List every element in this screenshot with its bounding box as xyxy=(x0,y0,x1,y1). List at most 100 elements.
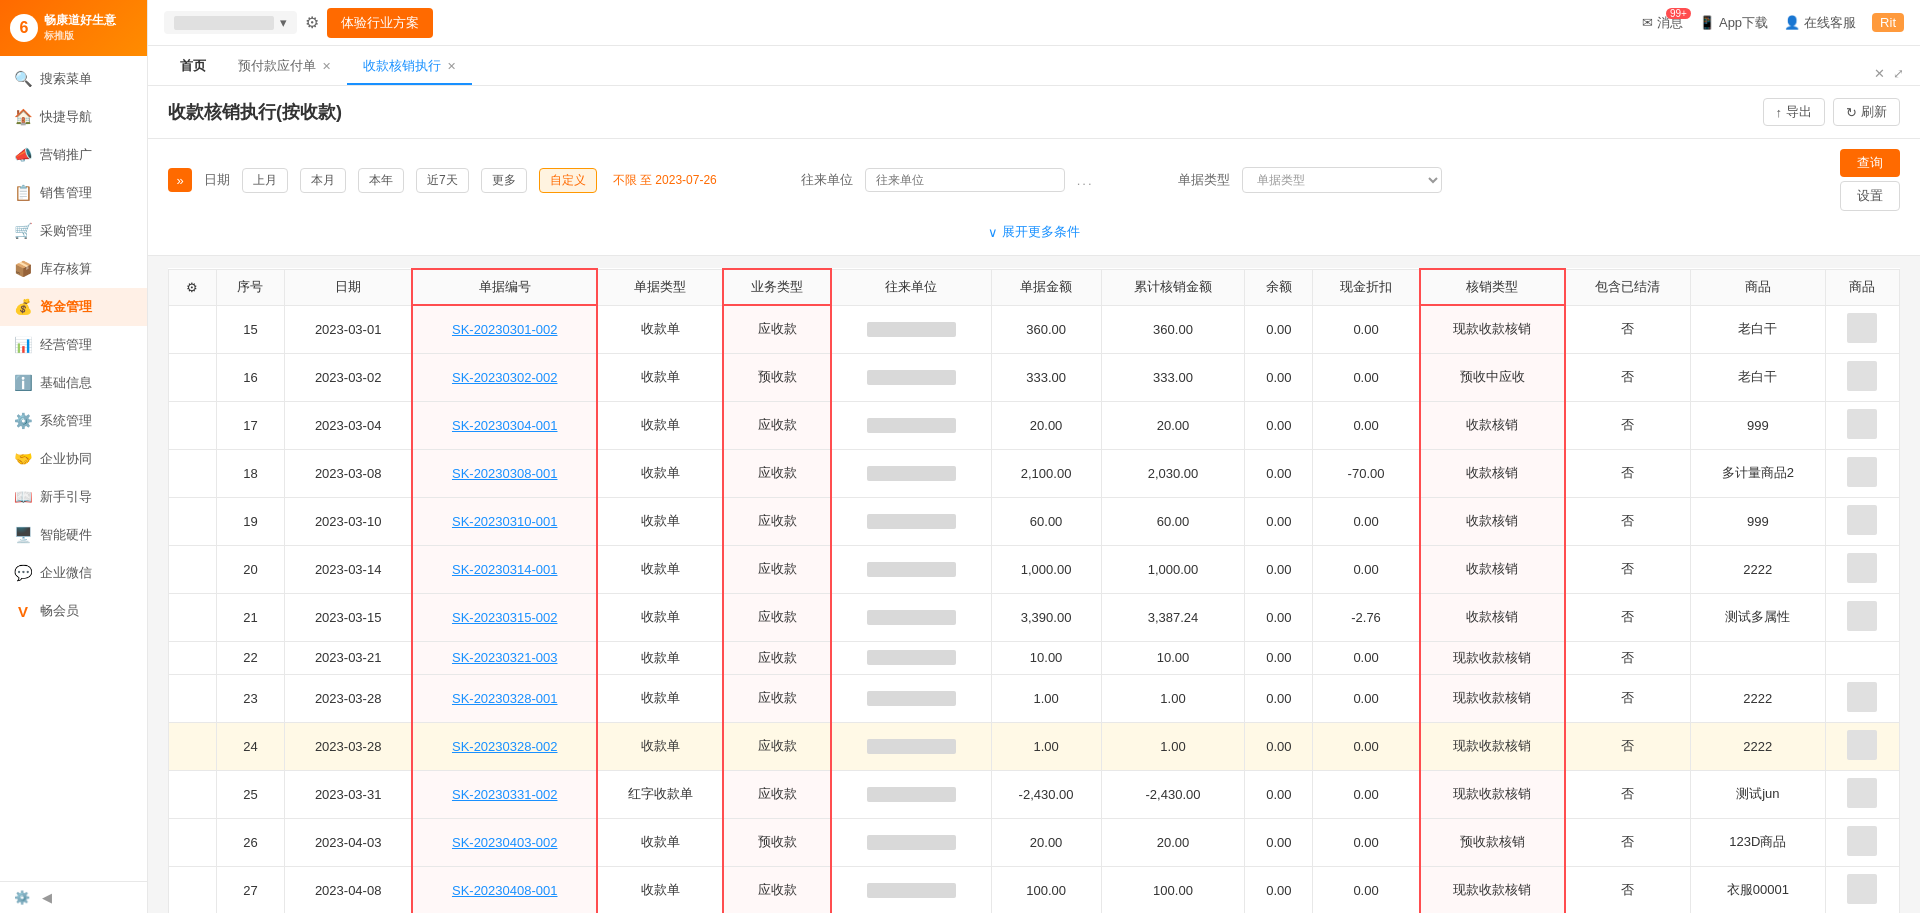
filter-row-1: » 日期 上月 本月 本年 近7天 更多 自定义 不限 至 2023-07-26… xyxy=(168,149,1900,211)
sidebar-item-label: 基础信息 xyxy=(40,374,92,392)
app-selector[interactable]: ▾ xyxy=(164,11,297,34)
sidebar-item-purchase[interactable]: 🛒 采购管理 xyxy=(0,212,147,250)
user-avatar[interactable]: Rit xyxy=(1872,13,1904,32)
row-counterpart xyxy=(831,353,991,401)
counterpart-input[interactable] xyxy=(865,168,1065,192)
date-range-display: 不限 至 2023-07-26 xyxy=(613,172,717,189)
sidebar-item-operations[interactable]: 📊 经营管理 xyxy=(0,326,147,364)
date-more-btn[interactable]: 更多 xyxy=(481,168,527,193)
settings-footer-icon[interactable]: ⚙️ xyxy=(14,890,30,905)
tab-prepay-label: 预付款应付单 xyxy=(238,57,316,75)
refresh-btn[interactable]: ↻ 刷新 xyxy=(1833,98,1900,126)
tab-collection[interactable]: 收款核销执行 ✕ xyxy=(347,49,472,85)
row-date: 2023-03-31 xyxy=(285,770,413,818)
date-7days-btn[interactable]: 近7天 xyxy=(416,168,469,193)
row-date: 2023-03-10 xyxy=(285,497,413,545)
sidebar-item-label: 新手引导 xyxy=(40,488,92,506)
bill-no-link[interactable]: SK-20230408-001 xyxy=(452,883,558,898)
industry-btn[interactable]: 体验行业方案 xyxy=(327,8,433,38)
bill-no-link[interactable]: SK-20230331-002 xyxy=(452,787,558,802)
row-biz-type: 应收款 xyxy=(723,770,830,818)
product-name: 测试jun xyxy=(1736,786,1779,801)
close-window-icon[interactable]: ✕ xyxy=(1874,66,1885,81)
row-index: 27 xyxy=(216,866,284,913)
row-index: 20 xyxy=(216,545,284,593)
export-label: 导出 xyxy=(1786,103,1812,121)
tab-prepay[interactable]: 预付款应付单 ✕ xyxy=(222,49,347,85)
row-date: 2023-03-04 xyxy=(285,401,413,449)
download-icon: 📱 xyxy=(1699,15,1715,30)
col-settings[interactable]: ⚙ xyxy=(169,269,217,305)
sidebar-item-corp[interactable]: 🤝 企业协同 xyxy=(0,440,147,478)
messages-btn[interactable]: ✉ 消息 99+ xyxy=(1642,14,1683,32)
sidebar-item-quick-nav[interactable]: 🏠 快捷导航 xyxy=(0,98,147,136)
product-name: 测试多属性 xyxy=(1725,609,1790,624)
date-filter-label: 日期 xyxy=(204,171,230,189)
sidebar-item-member[interactable]: V 畅会员 xyxy=(0,592,147,630)
collapse-icon[interactable]: ◀ xyxy=(42,890,52,905)
setting-btn[interactable]: 设置 xyxy=(1840,181,1900,211)
app-download-btn[interactable]: 📱 App下载 xyxy=(1699,14,1768,32)
date-prev-month-btn[interactable]: 上月 xyxy=(242,168,288,193)
expand-btn[interactable]: ∨ 展开更多条件 xyxy=(988,223,1080,241)
row-settings xyxy=(169,449,217,497)
row-bill-type: 收款单 xyxy=(597,593,723,641)
bill-type-select[interactable]: 单据类型 xyxy=(1242,167,1442,193)
sidebar-item-search[interactable]: 🔍 搜索菜单 xyxy=(0,60,147,98)
filter-toggle-btn[interactable]: » xyxy=(168,168,192,192)
bill-no-link[interactable]: SK-20230315-002 xyxy=(452,610,558,625)
row-settings xyxy=(169,497,217,545)
sidebar-item-wechat[interactable]: 💬 企业微信 xyxy=(0,554,147,592)
row-product xyxy=(1690,641,1825,674)
sidebar-item-finance[interactable]: 💰 资金管理 xyxy=(0,288,147,326)
row-include-settled: 否 xyxy=(1565,674,1690,722)
counterpart-label: 往来单位 xyxy=(801,171,853,189)
tab-prepay-close-icon[interactable]: ✕ xyxy=(322,60,331,73)
sidebar-item-hardware[interactable]: 🖥️ 智能硬件 xyxy=(0,516,147,554)
row-balance: 0.00 xyxy=(1245,641,1313,674)
finance-icon: 💰 xyxy=(14,298,32,316)
bill-no-link[interactable]: SK-20230328-002 xyxy=(452,739,558,754)
online-service-btn[interactable]: 👤 在线客服 xyxy=(1784,14,1856,32)
sidebar-item-sales[interactable]: 📋 销售管理 xyxy=(0,174,147,212)
row-bill-no: SK-20230310-001 xyxy=(412,497,597,545)
tab-home[interactable]: 首页 xyxy=(164,49,222,85)
sidebar-item-marketing[interactable]: 📣 营销推广 xyxy=(0,136,147,174)
col-product-header: 商品 xyxy=(1690,269,1825,305)
sidebar-item-basic[interactable]: ℹ️ 基础信息 xyxy=(0,364,147,402)
sidebar-item-guide[interactable]: 📖 新手引导 xyxy=(0,478,147,516)
bill-no-link[interactable]: SK-20230301-002 xyxy=(452,322,558,337)
export-btn[interactable]: ↑ 导出 xyxy=(1763,98,1826,126)
row-product-img xyxy=(1825,722,1899,770)
bill-no-link[interactable]: SK-20230310-001 xyxy=(452,514,558,529)
row-bill-type: 收款单 xyxy=(597,401,723,449)
bill-no-link[interactable]: SK-20230304-001 xyxy=(452,418,558,433)
filter-dots: ... xyxy=(1077,173,1094,188)
sidebar-item-system[interactable]: ⚙️ 系统管理 xyxy=(0,402,147,440)
bill-no-link[interactable]: SK-20230314-001 xyxy=(452,562,558,577)
row-amount: 333.00 xyxy=(991,353,1101,401)
date-this-month-btn[interactable]: 本月 xyxy=(300,168,346,193)
sidebar-item-inventory[interactable]: 📦 库存核算 xyxy=(0,250,147,288)
online-service-label: 在线客服 xyxy=(1804,14,1856,32)
bill-no-link[interactable]: SK-20230328-001 xyxy=(452,691,558,706)
query-btn[interactable]: 查询 xyxy=(1840,149,1900,177)
inventory-icon: 📦 xyxy=(14,260,32,278)
product-image xyxy=(1847,457,1877,487)
bill-no-link[interactable]: SK-20230302-002 xyxy=(452,370,558,385)
bill-no-link[interactable]: SK-20230403-002 xyxy=(452,835,558,850)
maximize-icon[interactable]: ⤢ xyxy=(1893,66,1904,81)
date-custom-btn[interactable]: 自定义 xyxy=(539,168,597,193)
row-amount: 1,000.00 xyxy=(991,545,1101,593)
date-this-year-btn[interactable]: 本年 xyxy=(358,168,404,193)
row-bill-type: 收款单 xyxy=(597,674,723,722)
row-include-settled: 否 xyxy=(1565,770,1690,818)
tab-home-label: 首页 xyxy=(180,57,206,75)
bill-no-link[interactable]: SK-20230308-001 xyxy=(452,466,558,481)
table-row: 24 2023-03-28 SK-20230328-002 收款单 应收款 1.… xyxy=(169,722,1900,770)
bill-no-link[interactable]: SK-20230321-003 xyxy=(452,650,558,665)
row-counterpart xyxy=(831,545,991,593)
gear-icon[interactable]: ⚙ xyxy=(305,13,319,32)
tab-collection-close-icon[interactable]: ✕ xyxy=(447,60,456,73)
row-index: 23 xyxy=(216,674,284,722)
